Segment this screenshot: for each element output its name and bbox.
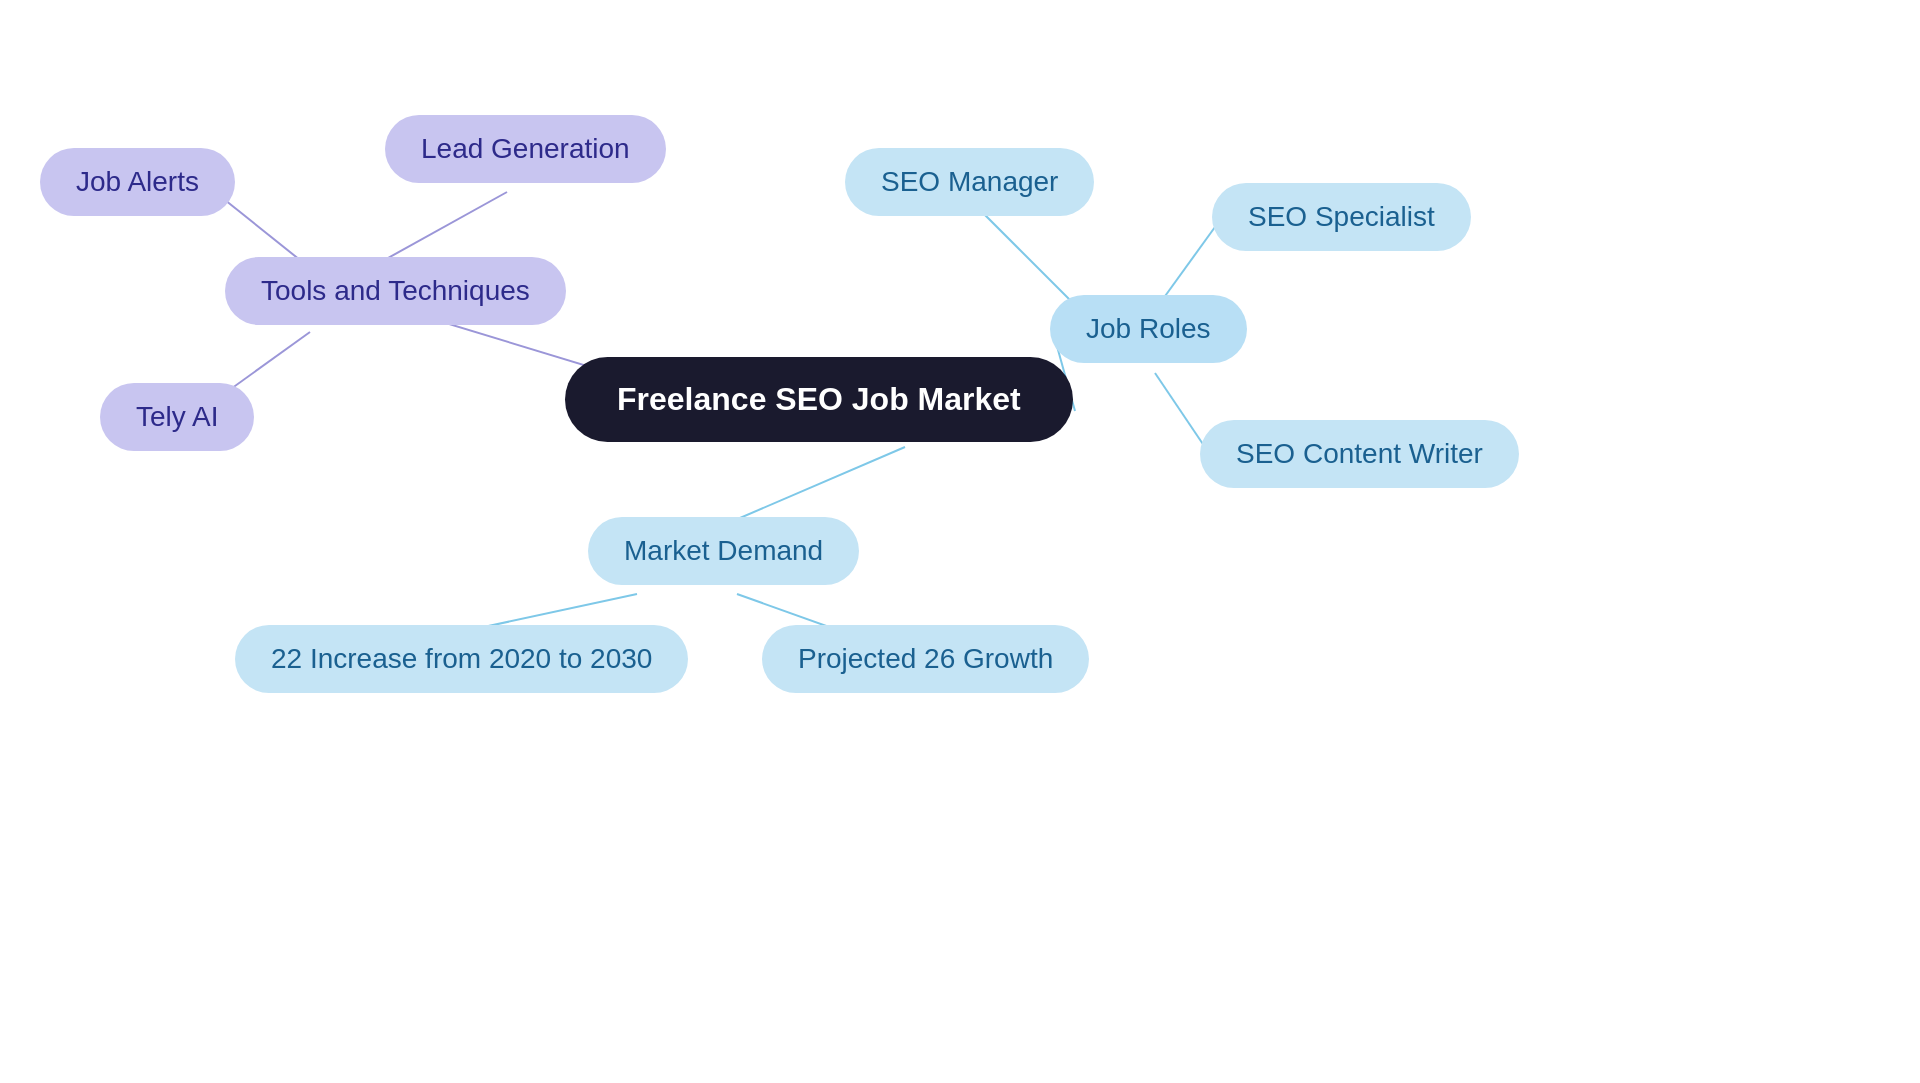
center-node: Freelance SEO Job Market xyxy=(565,357,1073,442)
lead-generation-node: Lead Generation xyxy=(385,115,666,183)
mindmap-container: Freelance SEO Job Market Tools and Techn… xyxy=(0,0,1920,1083)
job-roles-node: Job Roles xyxy=(1050,295,1247,363)
tely-ai-node: Tely AI xyxy=(100,383,254,451)
seo-content-writer-node: SEO Content Writer xyxy=(1200,420,1519,488)
tools-techniques-node: Tools and Techniques xyxy=(225,257,566,325)
market-demand-node: Market Demand xyxy=(588,517,859,585)
projected-growth-node: Projected 26 Growth xyxy=(762,625,1089,693)
seo-manager-node: SEO Manager xyxy=(845,148,1094,216)
increase-2020-2030-node: 22 Increase from 2020 to 2030 xyxy=(235,625,688,693)
seo-specialist-node: SEO Specialist xyxy=(1212,183,1471,251)
job-alerts-node: Job Alerts xyxy=(40,148,235,216)
